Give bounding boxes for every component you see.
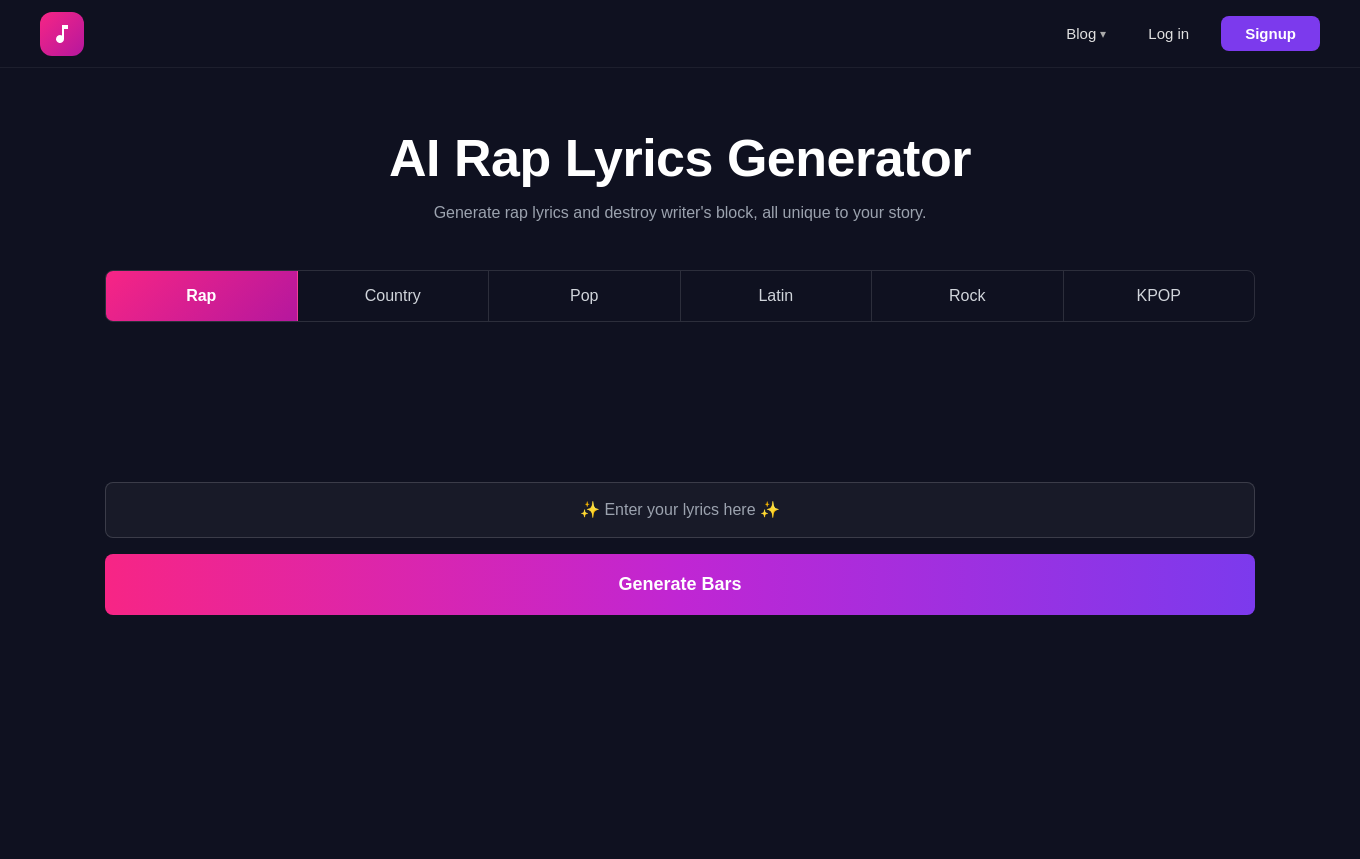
nav-actions: Blog ▾ Log in Signup	[1056, 16, 1320, 51]
genre-tab-kpop[interactable]: KPOP	[1064, 271, 1255, 321]
genre-tab-country[interactable]: Country	[298, 271, 490, 321]
generate-bars-button[interactable]: Generate Bars	[105, 554, 1255, 615]
genre-tab-pop[interactable]: Pop	[489, 271, 681, 321]
genre-tabs: RapCountryPopLatinRockKPOP	[105, 270, 1255, 322]
genre-tab-rock[interactable]: Rock	[872, 271, 1064, 321]
chevron-down-icon: ▾	[1100, 27, 1106, 41]
genre-tab-latin[interactable]: Latin	[681, 271, 873, 321]
blog-menu[interactable]: Blog ▾	[1056, 19, 1116, 48]
signup-button[interactable]: Signup	[1221, 16, 1320, 51]
blog-label: Blog	[1066, 25, 1096, 42]
main-content: AI Rap Lyrics Generator Generate rap lyr…	[0, 68, 1360, 675]
genre-tab-rap[interactable]: Rap	[106, 271, 298, 321]
lyrics-input[interactable]	[105, 482, 1255, 538]
logo[interactable]	[40, 12, 84, 56]
logo-icon	[40, 12, 84, 56]
page-title: AI Rap Lyrics Generator	[389, 128, 971, 188]
page-subtitle: Generate rap lyrics and destroy writer's…	[434, 204, 927, 222]
login-button[interactable]: Log in	[1132, 17, 1205, 50]
lyrics-input-container	[105, 482, 1255, 538]
navbar: Blog ▾ Log in Signup	[0, 0, 1360, 68]
